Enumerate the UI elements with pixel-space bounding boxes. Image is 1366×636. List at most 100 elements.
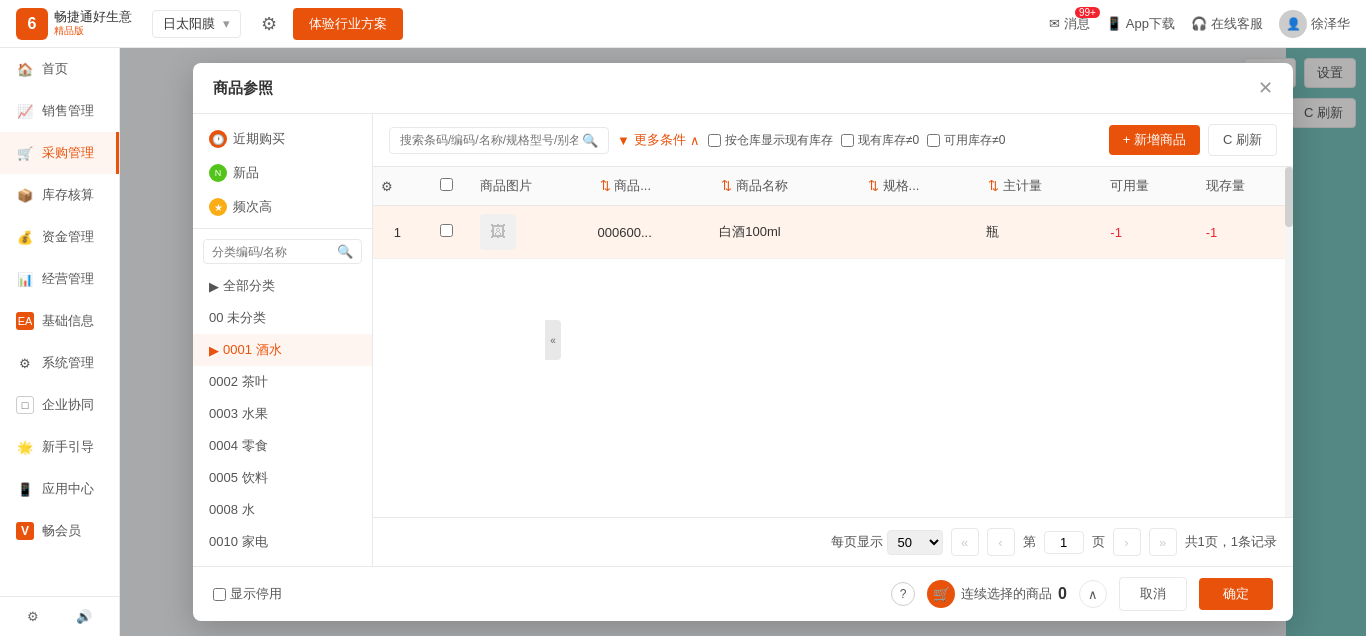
table-row[interactable]: 1 🖼 000600... 白酒100ml [373,206,1293,259]
sort-icon-unit: ⇅ [988,178,999,193]
category-0003[interactable]: 0003 水果 [193,398,372,430]
sidebar-item-finance[interactable]: 💰 资金管理 [0,216,119,258]
col-checkbox[interactable] [422,167,472,206]
col-gear[interactable]: ⚙ [373,167,422,206]
add-product-button[interactable]: + 新增商品 [1109,125,1200,155]
cat-0004-label: 0004 零食 [209,437,268,455]
warehouse-stock-check[interactable] [708,134,721,147]
collapse-panel-button[interactable]: « [545,320,561,360]
store-name: 日太阳膜 [163,15,215,33]
sidebar-item-system[interactable]: ⚙ 系统管理 [0,342,119,384]
per-page-label: 每页显示 [831,533,883,551]
category-0004[interactable]: 0004 零食 [193,430,372,462]
page-number-input[interactable] [1044,531,1084,554]
sidebar-item-purchase-label: 采购管理 [42,144,94,162]
per-page-selector[interactable]: 每页显示 50 100 200 [831,530,943,555]
sidebar-item-guide[interactable]: 🌟 新手引导 [0,426,119,468]
row-checkbox-cell[interactable] [422,206,472,259]
stock-nonzero-checkbox[interactable]: 现有库存≠0 [841,132,919,149]
enterprise-icon: □ [16,396,34,414]
col-unit[interactable]: ⇅ 主计量 [978,167,1102,206]
sidebar-item-inventory-label: 库存核算 [42,186,94,204]
disabled-check[interactable] [213,588,226,601]
category-search-icon[interactable]: 🔍 [337,244,353,259]
footer-collapse-button[interactable]: ∧ [1079,580,1107,608]
nav-right-area: ✉ 消息 99+ 📱 App下载 🎧 在线客服 👤 徐泽华 [1049,10,1350,38]
product-reference-modal: 商品参照 ✕ 🕐 近期购买 N 新品 [193,63,1293,621]
category-0001[interactable]: ▶ 0001 酒水 [193,334,372,366]
sidebar-item-apps[interactable]: 📱 应用中心 [0,468,119,510]
col-code[interactable]: ⇅ 商品... [590,167,712,206]
next-page-button[interactable]: › [1113,528,1141,556]
main-layout: 🏠 首页 📈 销售管理 🛒 采购管理 📦 库存核算 💰 资金管理 📊 经营管理 … [0,48,1366,636]
user-profile[interactable]: 👤 徐泽华 [1279,10,1350,38]
filter-label: 更多条件 [634,131,686,149]
confirm-button[interactable]: 确定 [1199,578,1273,610]
category-all[interactable]: ▶ 全部分类 [193,270,372,302]
sidebar-item-purchase[interactable]: 🛒 采购管理 [0,132,119,174]
available-nonzero-checkbox[interactable]: 可用库存≠0 [927,132,1005,149]
category-0005[interactable]: 0005 饮料 [193,462,372,494]
sidebar-item-inventory[interactable]: 📦 库存核算 [0,174,119,216]
sort-icon-name: ⇅ [721,178,732,193]
settings-icon[interactable]: ⚙ [253,8,285,40]
cart-area[interactable]: 🛒 连续选择的商品 0 [927,580,1067,608]
table-scrollbar[interactable] [1285,167,1293,517]
product-search-box[interactable]: 🔍 [389,127,609,154]
total-records: 共1页，1条记录 [1185,533,1277,551]
cat-0003-label: 0003 水果 [209,405,268,423]
more-filters-button[interactable]: ▼ 更多条件 ∧ [617,131,700,149]
category-0002[interactable]: 0002 茶叶 [193,366,372,398]
messages-button[interactable]: ✉ 消息 99+ [1049,15,1090,33]
warehouse-stock-checkbox[interactable]: 按仓库显示现有库存 [708,132,833,149]
refresh-button[interactable]: C 刷新 [1208,124,1277,156]
select-all-checkbox[interactable] [440,178,453,191]
modal-title: 商品参照 [213,79,273,98]
category-search-box[interactable]: 🔍 [203,239,362,264]
category-00[interactable]: 00 未分类 [193,302,372,334]
category-0008[interactable]: 0008 水 [193,494,372,526]
available-nonzero-check[interactable] [927,134,940,147]
col-name[interactable]: ⇅ 商品名称 [711,167,858,206]
top-navigation: 6 畅捷通好生意 精品版 日太阳膜 ▾ ⚙ 体验行业方案 ✉ 消息 99+ 📱 … [0,0,1366,48]
product-search-icon[interactable]: 🔍 [582,133,598,148]
online-service-button[interactable]: 🎧 在线客服 [1191,15,1263,33]
category-search-input[interactable] [212,245,337,259]
footer-right-area: ? 🛒 连续选择的商品 0 ∧ 取消 确定 [891,577,1273,611]
cancel-button[interactable]: 取消 [1119,577,1187,611]
high-frequency-item[interactable]: ★ 频次高 [193,190,372,224]
row-checkbox[interactable] [440,224,453,237]
recent-purchases-item[interactable]: 🕐 近期购买 [193,122,372,156]
stock-nonzero-check[interactable] [841,134,854,147]
high-freq-label: 频次高 [233,198,272,216]
clock-icon: 🕐 [209,130,227,148]
first-page-button[interactable]: « [951,528,979,556]
show-disabled-checkbox[interactable]: 显示停用 [213,585,282,603]
app-download-button[interactable]: 📱 App下载 [1106,15,1175,33]
sidebar-item-home[interactable]: 🏠 首页 [0,48,119,90]
help-button[interactable]: ? [891,582,915,606]
sidebar-item-enterprise[interactable]: □ 企业协同 [0,384,119,426]
recent-purchases-label: 近期购买 [233,130,285,148]
sidebar-item-vip[interactable]: V 畅会员 [0,510,119,552]
logo-text-area: 畅捷通好生意 精品版 [54,9,132,39]
username: 徐泽华 [1311,15,1350,33]
sidebar-item-basic[interactable]: EA 基础信息 [0,300,119,342]
modal-footer: 显示停用 ? 🛒 连续选择的商品 0 ∧ [193,566,1293,621]
sidebar-item-system-label: 系统管理 [42,354,94,372]
last-page-button[interactable]: » [1149,528,1177,556]
category-0010[interactable]: 0010 家电 [193,526,372,558]
experience-button[interactable]: 体验行业方案 [293,8,403,40]
settings-bottom-icon[interactable]: ⚙ [27,609,39,624]
inventory-icon: 📦 [16,186,34,204]
product-search-input[interactable] [400,133,578,147]
per-page-select[interactable]: 50 100 200 [887,530,943,555]
modal-close-button[interactable]: ✕ [1258,77,1273,99]
col-spec[interactable]: ⇅ 规格... [858,167,978,206]
prev-page-button[interactable]: ‹ [987,528,1015,556]
sidebar-item-sales[interactable]: 📈 销售管理 [0,90,119,132]
new-products-item[interactable]: N 新品 [193,156,372,190]
sidebar-item-operations[interactable]: 📊 经营管理 [0,258,119,300]
store-selector[interactable]: 日太阳膜 ▾ [152,10,241,38]
volume-icon[interactable]: 🔊 [76,609,92,624]
